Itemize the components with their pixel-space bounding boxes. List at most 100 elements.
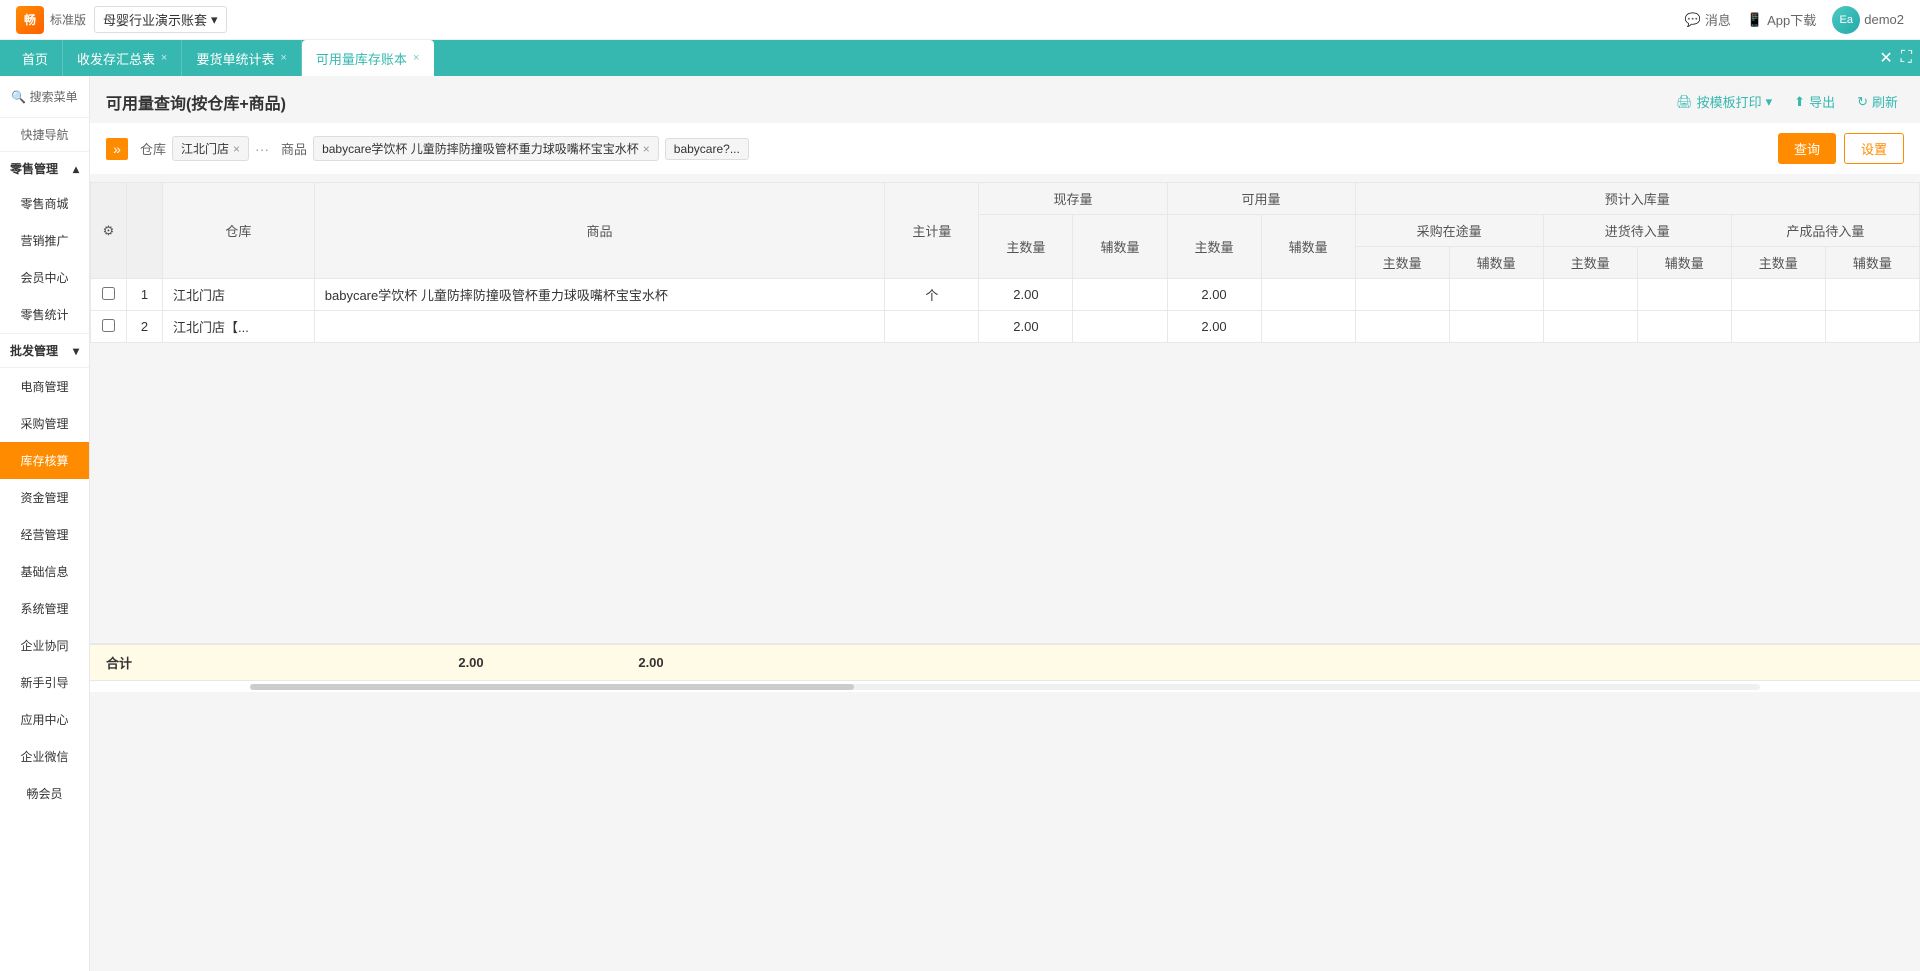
app-download-button[interactable]: 📱 App下载 (1747, 10, 1816, 29)
tab-order-stats[interactable]: 要货单统计表 × (182, 40, 301, 76)
row1-produced-aux (1825, 279, 1919, 311)
tab-income-expense[interactable]: 收发存汇总表 × (63, 40, 182, 76)
row2-checkbox[interactable] (102, 319, 115, 332)
row2-available-main: 2.00 (1167, 311, 1261, 343)
th-current-stock: 现存量 (979, 183, 1167, 215)
sidebar-item-newbie[interactable]: 新手引导 (0, 664, 89, 701)
sidebar-item-marketing[interactable]: 营销推广 (0, 222, 89, 259)
sidebar-item-wechat[interactable]: 企业微信 (0, 738, 89, 775)
sidebar-item-system[interactable]: 系统管理 (0, 590, 89, 627)
maximize-button[interactable]: ⛶ (1901, 49, 1912, 67)
row1-unit: 个 (885, 279, 979, 311)
template-print-button[interactable]: 🖨 按模板打印 (1670, 88, 1778, 115)
row2-no: 2 (127, 311, 163, 343)
sidebar: 🔍 搜索菜单 快捷导航 零售管理 零售商城 营销推广 会员中心 零售统计 (0, 76, 90, 971)
th-no (127, 183, 163, 279)
sidebar-item-basic-info[interactable]: 基础信息 (0, 553, 89, 590)
row2-product (314, 311, 885, 343)
row2-select[interactable] (91, 311, 127, 343)
sidebar-item-purchase[interactable]: 采购管理 (0, 405, 89, 442)
sidebar-item-enterprise[interactable]: 企业协同 (0, 627, 89, 664)
scrollbar-thumb[interactable] (250, 684, 854, 690)
product-filter: 商品 babycare学饮杯 儿童防摔防撞吸管杯重力球吸嘴杯宝宝水杯 × bab… (281, 136, 749, 161)
th-available-main: 主数量 (1167, 215, 1261, 279)
quick-nav-button[interactable]: 快捷导航 (0, 118, 89, 152)
sidebar-item-inventory[interactable]: 库存核算 (0, 442, 89, 479)
row1-available-aux (1261, 279, 1355, 311)
chevron-down-icon (1766, 94, 1773, 110)
logo-subtitle: 标准版 (50, 11, 86, 28)
sidebar-item-appstore[interactable]: 应用中心 (0, 701, 89, 738)
main-layout: 🔍 搜索菜单 快捷导航 零售管理 零售商城 营销推广 会员中心 零售统计 (0, 76, 1920, 971)
sidebar-item-member[interactable]: 畅会员 (0, 775, 89, 812)
row1-no: 1 (127, 279, 163, 311)
print-icon: 🖨 (1676, 94, 1693, 110)
close-icon[interactable]: × (413, 52, 419, 64)
summary-available-main: 2.00 (606, 655, 696, 670)
industry-selector[interactable]: 母婴行业演示账套 (94, 6, 227, 33)
sidebar-item-finance[interactable]: 资金管理 (0, 479, 89, 516)
row2-produced-main (1731, 311, 1825, 343)
empty-space (90, 343, 1920, 643)
row1-checkbox[interactable] (102, 287, 115, 300)
th-purchase-transit: 采购在途量 (1355, 215, 1543, 247)
row1-purchase-main (1355, 279, 1449, 311)
tab-available-stock[interactable]: 可用量库存账本 × (302, 40, 434, 76)
row2-available-aux (1261, 311, 1355, 343)
query-button[interactable]: 查询 (1778, 133, 1836, 164)
expand-filter-button[interactable]: » (106, 138, 128, 160)
product-tag-1: babycare学饮杯 儿童防摔防撞吸管杯重力球吸嘴杯宝宝水杯 × (313, 136, 659, 161)
row1-product: babycare学饮杯 儿童防摔防撞吸管杯重力球吸嘴杯宝宝水杯 (314, 279, 885, 311)
summary-values: 2.00 2.00 (226, 655, 696, 670)
content-area: 可用量查询(按仓库+商品) 🖨 按模板打印 ⬆ 导出 ↻ 刷新 (90, 76, 1920, 971)
summary-label: 合计 (106, 653, 226, 672)
th-main-unit: 主计量 (885, 183, 979, 279)
sidebar-item-wholesale-management[interactable]: 批发管理 (0, 334, 89, 367)
close-window-button[interactable]: ✕ (1879, 48, 1892, 68)
summary-current-main: 2.00 (426, 655, 516, 670)
more-filter-icon[interactable]: ··· (255, 141, 269, 157)
row1-select[interactable] (91, 279, 127, 311)
remove-product-tag-1[interactable]: × (643, 142, 650, 156)
nav-tabs-right: ✕ ⛶ (1879, 40, 1912, 76)
sidebar-item-retail-management[interactable]: 零售管理 (0, 152, 89, 185)
th-planned-inbound: 预计入库量 (1355, 183, 1919, 215)
summary-bar: 合计 2.00 2.00 (90, 643, 1920, 680)
tab-home[interactable]: 首页 (8, 40, 63, 76)
remove-warehouse-tag[interactable]: × (233, 142, 240, 156)
user-profile[interactable]: Ea demo2 (1832, 6, 1904, 34)
close-icon[interactable]: × (280, 52, 286, 64)
gear-icon[interactable]: ⚙ (103, 223, 115, 238)
row2-unit (885, 311, 979, 343)
export-button[interactable]: ⬆ 导出 (1788, 88, 1841, 115)
product-label: 商品 (281, 139, 307, 158)
sidebar-item-operations[interactable]: 经营管理 (0, 516, 89, 553)
th-warehouse: 仓库 (163, 183, 315, 279)
horizontal-scrollbar[interactable] (90, 680, 1920, 692)
warehouse-filter: 仓库 江北门店 × ··· (140, 136, 269, 161)
row1-current-main: 2.00 (979, 279, 1073, 311)
row2-arrival-aux (1637, 311, 1731, 343)
row1-warehouse: 江北门店 (163, 279, 315, 311)
page-header: 可用量查询(按仓库+商品) 🖨 按模板打印 ⬆ 导出 ↻ 刷新 (90, 76, 1920, 123)
message-button[interactable]: 💬 消息 (1685, 10, 1731, 29)
sidebar-item-member-center[interactable]: 会员中心 (0, 259, 89, 296)
search-menu-button[interactable]: 🔍 搜索菜单 (8, 84, 81, 109)
refresh-button[interactable]: ↻ 刷新 (1851, 88, 1904, 115)
row1-purchase-aux (1449, 279, 1543, 311)
th-arrival-pending: 进货待入量 (1543, 215, 1731, 247)
sidebar-item-retail-stats[interactable]: 零售统计 (0, 296, 89, 333)
top-bar-left: 畅 标准版 母婴行业演示账套 (16, 6, 227, 34)
sidebar-item-retail-mall[interactable]: 零售商城 (0, 185, 89, 222)
chevron-up-icon (73, 162, 79, 176)
th-arrival-aux: 辅数量 (1637, 247, 1731, 279)
th-available-aux: 辅数量 (1261, 215, 1355, 279)
setting-button[interactable]: 设置 (1844, 133, 1904, 164)
row2-purchase-aux (1449, 311, 1543, 343)
row2-current-aux (1073, 311, 1167, 343)
close-icon[interactable]: × (161, 52, 167, 64)
sidebar-item-ecommerce[interactable]: 电商管理 (0, 368, 89, 405)
logo-icon: 畅 (16, 6, 44, 34)
th-product: 商品 (314, 183, 885, 279)
th-available: 可用量 (1167, 183, 1355, 215)
